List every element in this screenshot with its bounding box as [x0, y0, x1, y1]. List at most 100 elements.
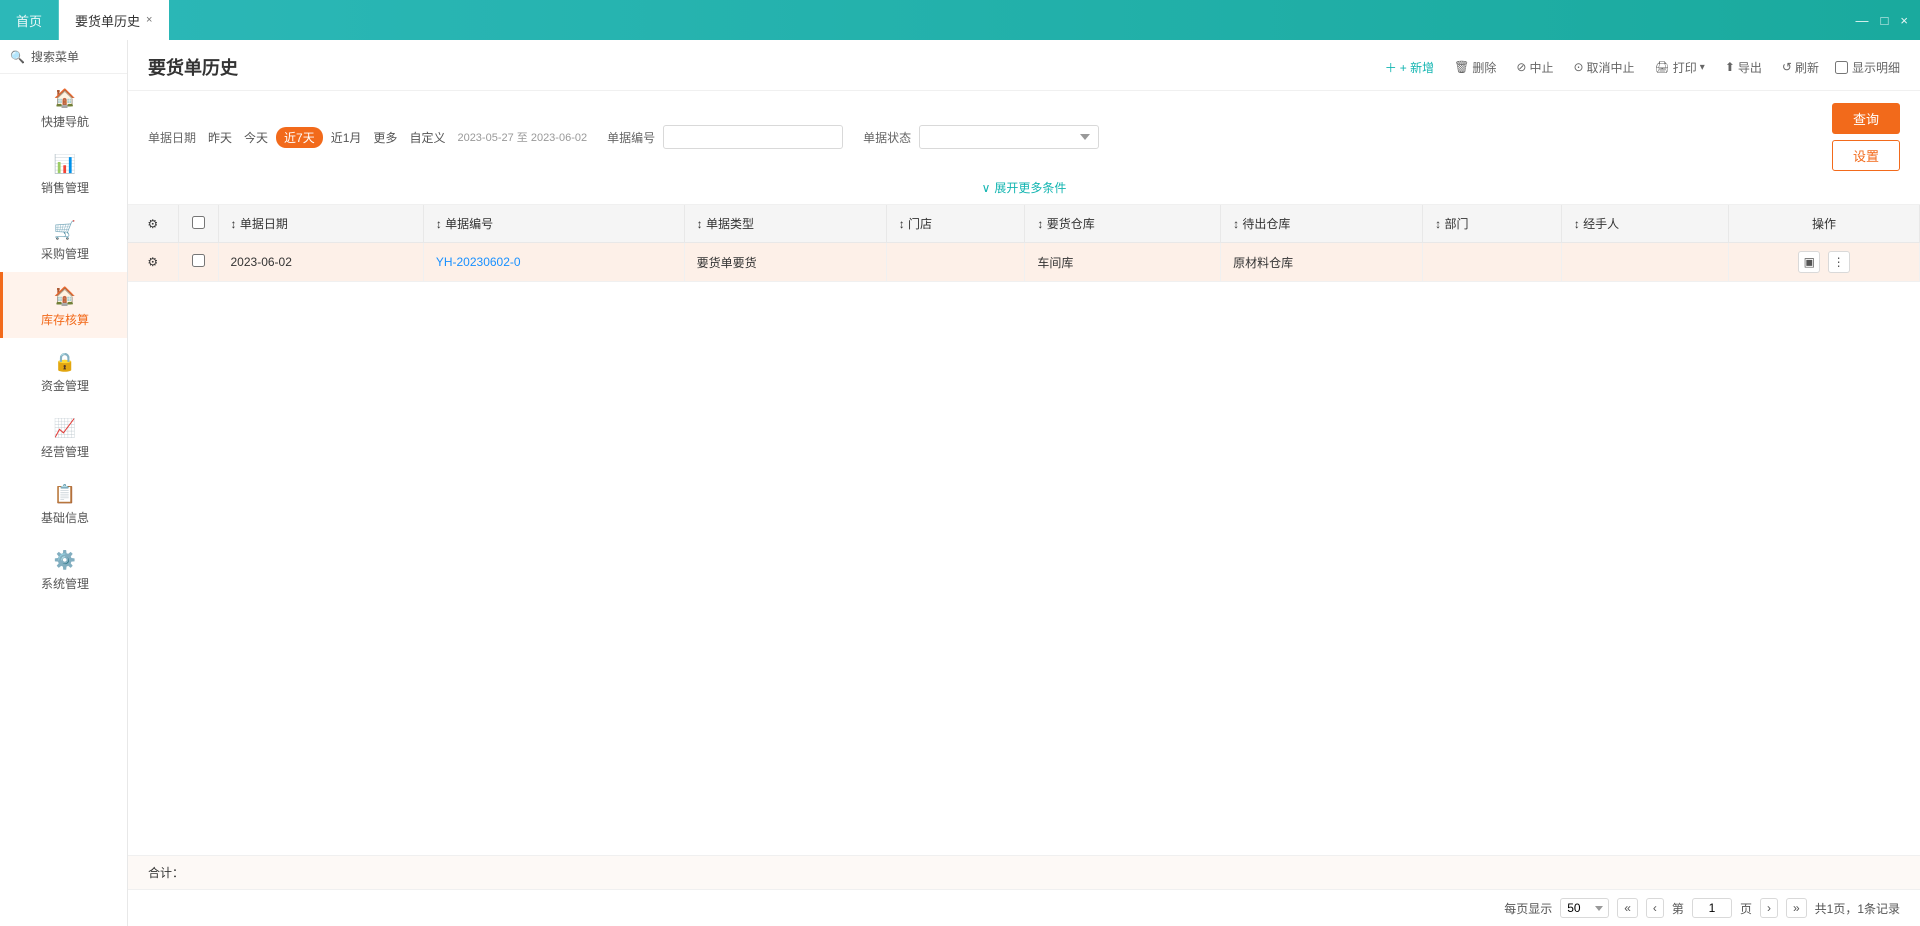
- total-info: 共1页，1条记录: [1815, 900, 1900, 917]
- expand-more-label: 展开更多条件: [994, 179, 1066, 196]
- show-detail-checkbox[interactable]: [1835, 61, 1848, 74]
- tab-home-label: 首页: [16, 11, 42, 30]
- date-opt-1month[interactable]: 近1月: [327, 127, 366, 148]
- date-opt-more[interactable]: 更多: [369, 127, 401, 148]
- filter-area: 单据日期 昨天 今天 近7天 近1月 更多 自定义 2023-05-27 至 2…: [128, 91, 1920, 205]
- page-header: 要货单历史 ＋ + 新增 🗑 删除 ⊘ 中止 ⊙ 取消中止: [128, 40, 1920, 91]
- print-dropdown-icon: ▾: [1700, 62, 1705, 73]
- settings-button[interactable]: 设置: [1832, 140, 1900, 171]
- sidebar-item-sales-label: 销售管理: [41, 179, 89, 196]
- last-page-button[interactable]: »: [1786, 898, 1807, 918]
- sidebar: 🔍 搜索菜单 🏠 快捷导航 📊 销售管理 🛒 采购管理 🏠 库存核算 🔒 资金管…: [0, 40, 128, 926]
- sidebar-item-finance[interactable]: 🔒 资金管理: [0, 338, 127, 404]
- sidebar-item-quick-nav[interactable]: 🏠 快捷导航: [0, 74, 127, 140]
- page-size-select[interactable]: 50 10 20 100: [1560, 898, 1609, 918]
- pagination: 每页显示 50 10 20 100 « ‹ 第 页 › » 共1页，1条记录: [128, 889, 1920, 926]
- query-button[interactable]: 查询: [1832, 103, 1900, 134]
- delete-button[interactable]: 🗑 删除: [1450, 57, 1500, 78]
- tab-yhdlishi-label: 要货单历史: [75, 11, 140, 30]
- sales-icon: 📊: [54, 154, 76, 175]
- finance-icon: 🔒: [54, 352, 76, 373]
- select-all-checkbox[interactable]: [192, 216, 205, 229]
- col-header-doctype[interactable]: ↕ 单据类型: [684, 205, 886, 243]
- date-opt-today[interactable]: 今天: [240, 127, 272, 148]
- page-number-input[interactable]: [1692, 898, 1732, 918]
- window-minimize-icon[interactable]: —: [1856, 13, 1869, 28]
- row-dept: [1423, 243, 1562, 282]
- tab-close-icon[interactable]: ×: [146, 14, 152, 26]
- new-button[interactable]: ＋ + 新增: [1381, 57, 1438, 78]
- row-store: [886, 243, 1025, 282]
- print-button[interactable]: 🖨 打印 ▾: [1651, 57, 1709, 78]
- col-header-store[interactable]: ↕ 门店: [886, 205, 1025, 243]
- filter-group-docno: 单据编号: [607, 125, 843, 149]
- query-buttons: 查询 设置: [1832, 103, 1900, 171]
- window-close-icon[interactable]: ×: [1900, 13, 1908, 28]
- search-icon: 🔍: [10, 50, 25, 64]
- date-range-display: 2023-05-27 至 2023-06-02: [457, 129, 587, 145]
- filter-group-status: 单据状态: [863, 125, 1099, 149]
- col-header-dept[interactable]: ↕ 部门: [1423, 205, 1562, 243]
- operation-icon: 📈: [54, 418, 76, 439]
- prev-page-button[interactable]: ‹: [1646, 898, 1664, 918]
- date-opt-yesterday[interactable]: 昨天: [204, 127, 236, 148]
- tab-home[interactable]: 首页: [0, 0, 59, 40]
- row-pending-warehouse: 原材料仓库: [1221, 243, 1423, 282]
- docno-filter-label: 单据编号: [607, 129, 655, 146]
- sidebar-item-operation[interactable]: 📈 经营管理: [0, 404, 127, 470]
- sidebar-search[interactable]: 🔍 搜索菜单: [0, 40, 127, 74]
- date-opt-custom[interactable]: 自定义: [405, 127, 449, 148]
- window-maximize-icon[interactable]: □: [1881, 13, 1889, 28]
- export-button[interactable]: ⬆ 导出: [1721, 57, 1766, 78]
- filter-group-date: 单据日期 昨天 今天 近7天 近1月 更多 自定义 2023-05-27 至 2…: [148, 127, 587, 148]
- filter-row-main: 单据日期 昨天 今天 近7天 近1月 更多 自定义 2023-05-27 至 2…: [148, 103, 1900, 171]
- row-view-button[interactable]: ▣: [1798, 251, 1820, 273]
- status-filter-label: 单据状态: [863, 129, 911, 146]
- data-table: ⚙ ↕ 单据日期 ↕ 单据编号 ↕ 单据类型: [128, 205, 1920, 282]
- system-icon: ⚙️: [54, 550, 76, 571]
- col-header-settings[interactable]: ⚙: [128, 205, 178, 243]
- sidebar-item-operation-label: 经营管理: [41, 443, 89, 460]
- row-docno[interactable]: YH-20230602-0: [423, 243, 684, 282]
- expand-more-button[interactable]: ∨ 展开更多条件: [148, 179, 1900, 196]
- refresh-icon: ↺: [1782, 60, 1792, 74]
- table-container: ⚙ ↕ 单据日期 ↕ 单据编号 ↕ 单据类型: [128, 205, 1920, 855]
- page-title: 要货单历史: [148, 54, 238, 80]
- refresh-button[interactable]: ↺ 刷新: [1778, 57, 1823, 78]
- row-req-warehouse: 车间库: [1025, 243, 1221, 282]
- sidebar-item-inventory[interactable]: 🏠 库存核算: [0, 272, 127, 338]
- row-more-button[interactable]: ⋮: [1828, 251, 1850, 273]
- col-header-req-warehouse[interactable]: ↕ 要货仓库: [1025, 205, 1221, 243]
- new-icon: ＋: [1385, 59, 1397, 76]
- first-page-button[interactable]: «: [1617, 898, 1638, 918]
- delete-icon: 🗑: [1454, 60, 1469, 74]
- page-input-prefix: 第: [1672, 900, 1684, 917]
- quick-nav-icon: 🏠: [54, 88, 76, 109]
- col-header-date[interactable]: ↕ 单据日期: [218, 205, 423, 243]
- col-header-pending-warehouse[interactable]: ↕ 待出仓库: [1221, 205, 1423, 243]
- sidebar-item-base-info[interactable]: 📋 基础信息: [0, 470, 127, 536]
- date-opt-7days[interactable]: 近7天: [276, 127, 323, 148]
- tab-yhdlishi[interactable]: 要货单历史 ×: [59, 0, 169, 40]
- page-input-suffix: 页: [1740, 900, 1752, 917]
- cancel-icon: ⊙: [1573, 60, 1583, 74]
- table-row: ⚙ 2023-06-02 YH-20230602-0 要货单要货 车间库 原材料…: [128, 243, 1920, 282]
- next-page-button[interactable]: ›: [1760, 898, 1778, 918]
- sidebar-item-sales[interactable]: 📊 销售管理: [0, 140, 127, 206]
- col-header-docno[interactable]: ↕ 单据编号: [423, 205, 684, 243]
- docno-input[interactable]: [663, 125, 843, 149]
- row-settings-icon[interactable]: ⚙: [128, 243, 178, 282]
- inventory-icon: 🏠: [54, 286, 76, 307]
- header-actions: ＋ + 新增 🗑 删除 ⊘ 中止 ⊙ 取消中止 🖨 打印: [1381, 57, 1900, 78]
- stop-button[interactable]: ⊘ 中止: [1512, 57, 1557, 78]
- table-header-row: ⚙ ↕ 单据日期 ↕ 单据编号 ↕ 单据类型: [128, 205, 1920, 243]
- row-checkbox[interactable]: [192, 254, 205, 267]
- sidebar-item-purchase[interactable]: 🛒 采购管理: [0, 206, 127, 272]
- date-options: 昨天 今天 近7天 近1月 更多 自定义: [204, 127, 449, 148]
- status-select[interactable]: [919, 125, 1099, 149]
- col-header-handler[interactable]: ↕ 经手人: [1561, 205, 1728, 243]
- row-handler: [1561, 243, 1728, 282]
- sidebar-item-system[interactable]: ⚙️ 系统管理: [0, 536, 127, 602]
- cancel-stop-button[interactable]: ⊙ 取消中止: [1569, 57, 1638, 78]
- show-detail-toggle[interactable]: 显示明细: [1835, 59, 1900, 76]
